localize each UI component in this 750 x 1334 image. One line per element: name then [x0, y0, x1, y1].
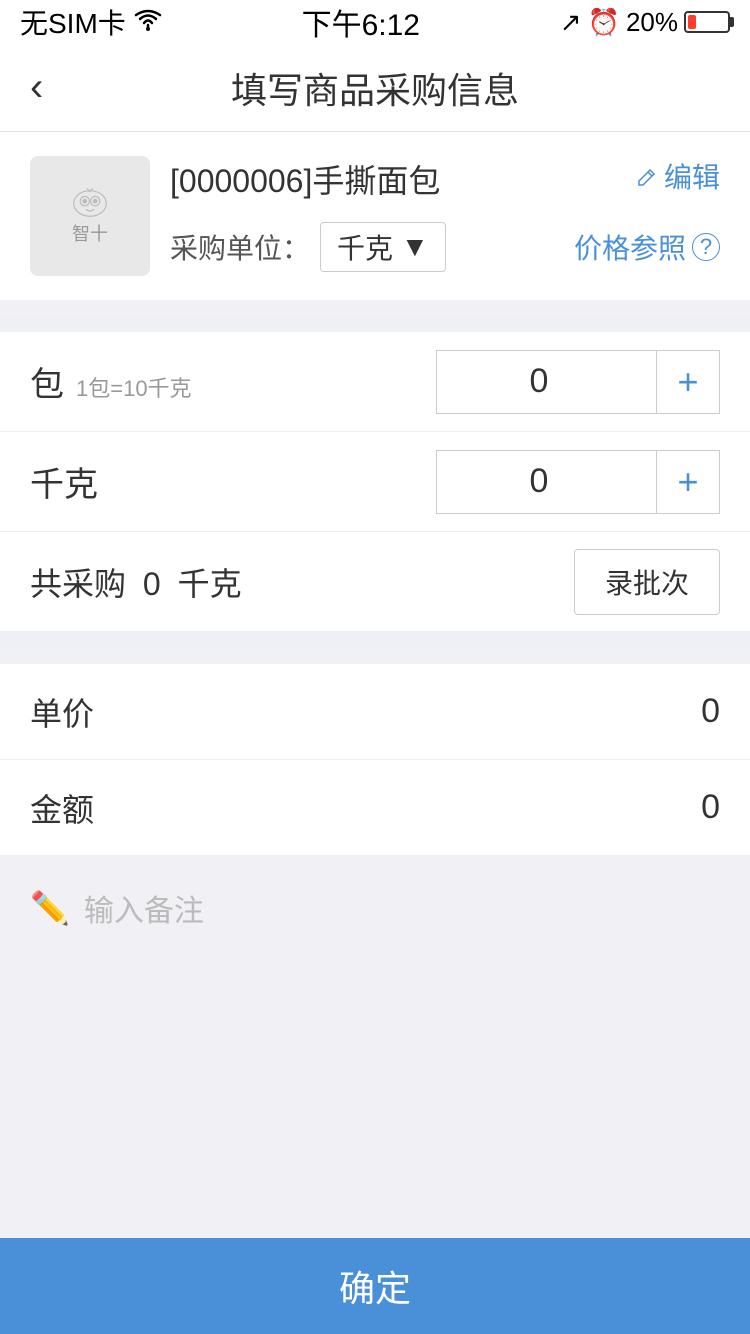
section-divider-1 [0, 316, 750, 332]
battery-text: 20% [626, 7, 678, 38]
bag-input-row: 包 1包=10千克 + [0, 332, 750, 432]
status-bar: 无SIM卡 下午6:12 ↗ ⏰ 20% [0, 0, 750, 44]
unit-price-label: 单价 [30, 689, 94, 735]
dropdown-arrow: ▼ [401, 231, 429, 263]
confirm-button[interactable]: 确定 [0, 1238, 750, 1334]
unit-label: 采购单位： [170, 227, 310, 267]
edit-button[interactable]: 编辑 [636, 156, 720, 196]
status-time: 下午6:12 [302, 0, 420, 44]
bag-sub-label: 1包=10千克 [76, 371, 192, 403]
bag-plus-button[interactable]: + [656, 350, 720, 414]
amount-label: 金额 [30, 785, 94, 831]
total-text: 共采购 0 千克 [30, 559, 242, 605]
nav-bar: ‹ 填写商品采购信息 [0, 44, 750, 132]
edit-label: 编辑 [664, 156, 720, 196]
battery-icon [684, 11, 730, 33]
price-section: 单价 0 金额 0 [0, 664, 750, 856]
bag-unit-label: 包 [30, 357, 64, 406]
pencil-icon: ✏️ [30, 889, 70, 927]
product-full-name: [0000006]手撕面包 [170, 156, 440, 202]
amount-row: 金额 0 [0, 760, 750, 856]
carrier-text: 无SIM卡 [20, 2, 126, 42]
kg-plus-button[interactable]: + [656, 450, 720, 514]
unit-selector-group: 采购单位： 千克 ▼ [170, 222, 446, 272]
product-info: [0000006]手撕面包 编辑 采购单位： 千克 ▼ [170, 156, 720, 272]
remark-placeholder: 输入备注 [84, 886, 204, 930]
location-icon: ↗ [560, 7, 582, 38]
alarm-icon: ⏰ [588, 7, 620, 38]
unit-select[interactable]: 千克 ▼ [320, 222, 446, 272]
status-right: ↗ ⏰ 20% [560, 7, 730, 38]
price-ref-label: 价格参照 [574, 227, 686, 267]
bottom-area [0, 960, 750, 1280]
back-button[interactable]: ‹ [30, 65, 43, 110]
total-amount: 0 [143, 566, 161, 602]
product-card: 智十 [0000006]手撕面包 编辑 采购单位： 千克 [0, 132, 750, 300]
bag-input-controls: + [436, 350, 720, 414]
status-carrier: 无SIM卡 [20, 2, 162, 42]
content: 智十 [0000006]手撕面包 编辑 采购单位： 千克 [0, 132, 750, 1280]
kg-input-row: 千克 + [0, 432, 750, 532]
bag-quantity-input[interactable] [436, 350, 656, 414]
amount-value: 0 [701, 788, 720, 827]
help-icon: ? [692, 233, 720, 261]
remark-section[interactable]: ✏️ 输入备注 [0, 856, 750, 960]
wifi-icon [134, 6, 162, 38]
unit-price-value: 0 [701, 692, 720, 731]
record-batch-button[interactable]: 录批次 [574, 549, 720, 615]
kg-input-controls: + [436, 450, 720, 514]
input-section: 包 1包=10千克 + 千克 + 共采购 0 千克 [0, 332, 750, 632]
unit-price-row: 单价 0 [0, 664, 750, 760]
price-reference-button[interactable]: 价格参照 ? [574, 227, 720, 267]
product-thumbnail: 智十 [30, 156, 150, 276]
kg-quantity-input[interactable] [436, 450, 656, 514]
unit-value: 千克 [337, 227, 393, 267]
kg-unit-label: 千克 [30, 457, 98, 506]
unit-row: 采购单位： 千克 ▼ 价格参照 ? [170, 222, 720, 272]
total-row: 共采购 0 千克 录批次 [0, 532, 750, 632]
bag-label: 包 1包=10千克 [30, 357, 192, 406]
product-name-row: [0000006]手撕面包 编辑 [170, 156, 720, 202]
total-unit: 千克 [178, 566, 242, 602]
kg-label: 千克 [30, 457, 98, 506]
section-divider-2 [0, 632, 750, 648]
total-prefix: 共采购 [30, 566, 126, 602]
product-logo: 智十 [50, 186, 130, 246]
page-title: 填写商品采购信息 [231, 62, 519, 114]
